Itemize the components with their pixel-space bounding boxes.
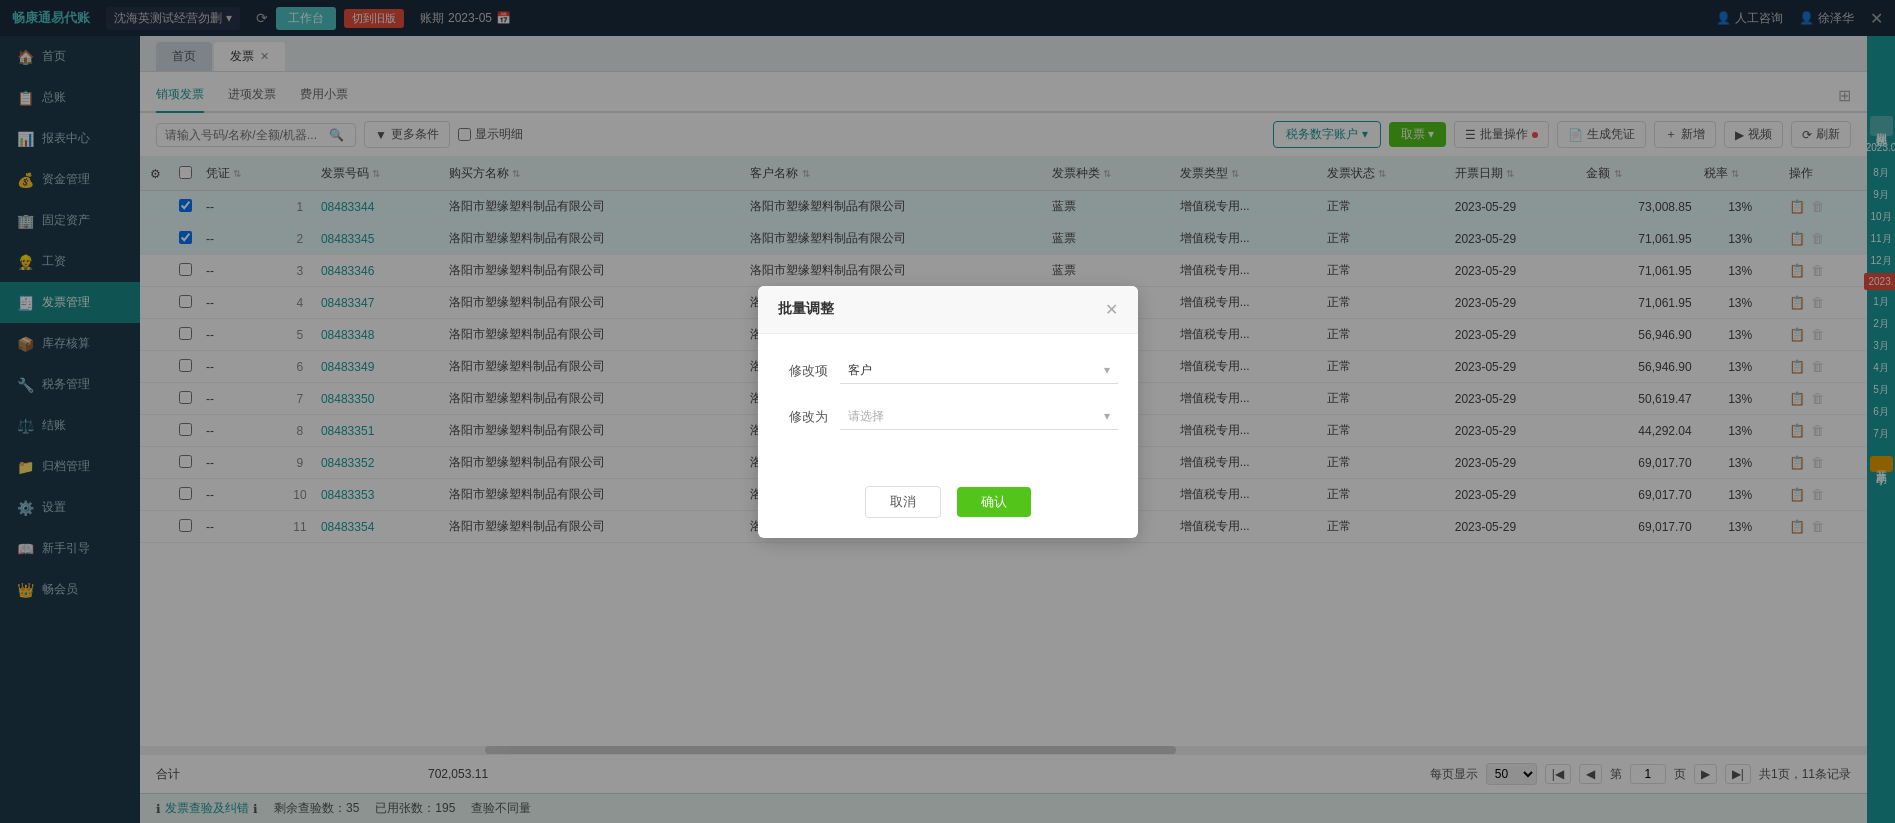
change-dropdown-arrow-icon: ▾ — [1104, 409, 1110, 423]
modal-footer: 取消 确认 — [758, 474, 1138, 538]
cancel-button[interactable]: 取消 — [865, 486, 941, 518]
change-label: 修改为 — [778, 408, 828, 426]
change-select[interactable]: 请选择 ▾ — [840, 404, 1118, 430]
modal-title: 批量调整 — [778, 300, 834, 318]
field-select[interactable]: 客户 ▾ — [840, 358, 1118, 384]
change-row: 修改为 请选择 ▾ — [778, 404, 1118, 430]
modal-header: 批量调整 ✕ — [758, 286, 1138, 334]
modal-overlay[interactable]: 批量调整 ✕ 修改项 客户 ▾ 修改为 请选择 ▾ 取消 确认 — [0, 0, 1895, 823]
dropdown-arrow-icon: ▾ — [1104, 363, 1110, 377]
modal-body: 修改项 客户 ▾ 修改为 请选择 ▾ — [758, 334, 1138, 474]
confirm-button[interactable]: 确认 — [957, 487, 1031, 517]
modal-close-button[interactable]: ✕ — [1105, 300, 1118, 319]
field-label: 修改项 — [778, 362, 828, 380]
field-row: 修改项 客户 ▾ — [778, 358, 1118, 384]
field-value: 客户 — [848, 362, 1104, 379]
batch-adjust-modal: 批量调整 ✕ 修改项 客户 ▾ 修改为 请选择 ▾ 取消 确认 — [758, 286, 1138, 538]
change-placeholder: 请选择 — [848, 408, 1104, 425]
